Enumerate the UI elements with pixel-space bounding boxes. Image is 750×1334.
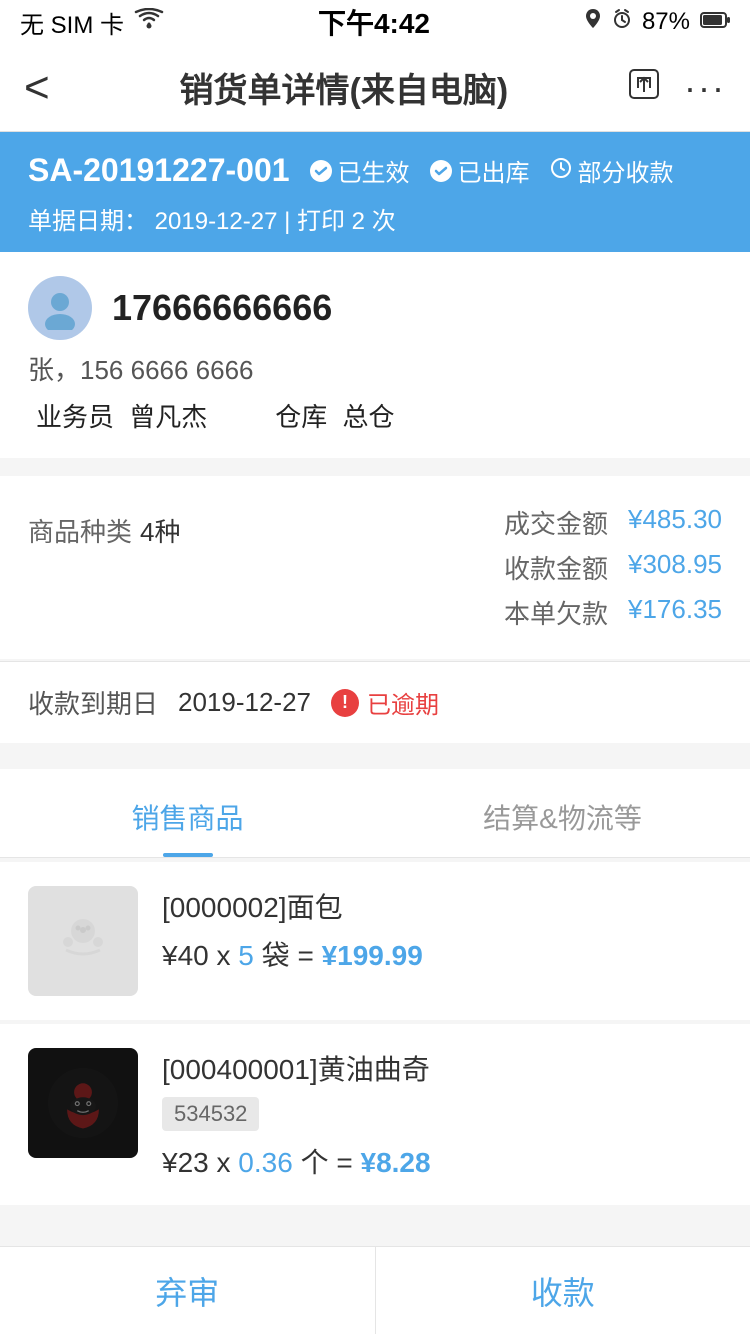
status-effective: 已生效 [310, 153, 410, 188]
warehouse-value: 总仓 [343, 402, 395, 432]
clock-icon [550, 157, 572, 185]
check-icon-2 [430, 160, 452, 182]
section-gap-1 [0, 460, 750, 476]
tab-sales[interactable]: 销售商品 [0, 769, 375, 857]
overdue-icon: ! [331, 689, 359, 717]
product-list: [0000002]面包 ¥40 x 5 袋 = ¥199.99 [0, 862, 750, 1307]
status-shipped: 已出库 [430, 153, 530, 188]
confirm-button[interactable]: 收款 [376, 1247, 750, 1334]
tab-settle[interactable]: 结算&物流等 [375, 769, 750, 857]
tab-settle-label: 结算&物流等 [483, 803, 642, 834]
amount-row-1: 成交金额 ¥485.30 [504, 504, 722, 541]
list-item: [000400001]黄油曲奇 534532 ¥23 x 0.36 个 = ¥8… [0, 1024, 750, 1205]
debt-label: 本单欠款 [504, 594, 608, 631]
summary-left: 商品种类 4种 [28, 504, 180, 549]
print-info: | 打印 2 次 [284, 208, 396, 235]
product-code-name-1: [0000002]面包 [162, 886, 722, 926]
page-title: 销货单详情(来自电脑) [60, 63, 628, 112]
due-section: 收款到期日 2019-12-27 ! 已逾期 [0, 662, 750, 743]
carrier-label: 无 SIM 卡 [20, 5, 124, 40]
received-value: ¥308.95 [628, 549, 722, 586]
sales-label: 业务员 [36, 402, 114, 432]
status-time: 下午4:42 [318, 2, 430, 42]
product-total-1: ¥199.99 [322, 940, 423, 971]
product-price-2: ¥23 x 0.36 个 = ¥8.28 [162, 1141, 722, 1181]
product-qty-2: 0.36 [238, 1147, 293, 1178]
warehouse-label: 仓库 [275, 402, 327, 432]
overdue-text: 已逾期 [367, 685, 439, 720]
section-gap-2 [0, 745, 750, 761]
due-label: 收款到期日 [28, 684, 158, 721]
type-label: 商品种类 [28, 512, 132, 549]
customer-phone[interactable]: 17666666666 [112, 287, 332, 329]
tab-sales-label: 销售商品 [131, 803, 243, 834]
status-left: 无 SIM 卡 [20, 5, 164, 40]
sales-person-item: 业务员 曾凡杰 [28, 397, 207, 434]
product-info-1: [0000002]面包 ¥40 x 5 袋 = ¥199.99 [162, 886, 722, 974]
customer-meta: 业务员 曾凡杰 仓库 总仓 [28, 397, 722, 434]
cancel-button[interactable]: 弃审 [0, 1247, 376, 1334]
debt-value: ¥176.35 [628, 594, 722, 631]
product-price-1: ¥40 x 5 袋 = ¥199.99 [162, 934, 722, 974]
product-qty-1: 5 [238, 940, 254, 971]
alarm-icon [612, 8, 632, 37]
order-date: 2019-12-27 [155, 208, 278, 235]
status-right: 87% [584, 8, 730, 37]
location-icon [584, 8, 602, 37]
share-icon[interactable] [628, 68, 660, 108]
order-header: SA-20191227-001 已生效 已出库 部分收款 单据日期： 2019-… [0, 132, 750, 252]
customer-avatar [28, 276, 92, 340]
customer-section: 17666666666 张，156 6666 6666 业务员 曾凡杰 仓库 总… [0, 252, 750, 458]
sales-value: 曾凡杰 [129, 402, 207, 432]
summary-right: 成交金额 ¥485.30 收款金额 ¥308.95 本单欠款 ¥176.35 [504, 504, 722, 631]
amount-value: ¥485.30 [628, 504, 722, 541]
amount-row-2: 收款金额 ¥308.95 [504, 549, 722, 586]
order-date-row: 单据日期： 2019-12-27 | 打印 2 次 [28, 201, 722, 236]
product-thumb-1 [28, 886, 138, 996]
type-value: 4种 [140, 512, 180, 549]
warehouse-item: 仓库 总仓 [267, 397, 394, 434]
due-date: 2019-12-27 [178, 687, 311, 718]
amount-row-3: 本单欠款 ¥176.35 [504, 594, 722, 631]
customer-name-phone: 张，156 6666 6666 [28, 350, 722, 387]
product-thumb-2 [28, 1048, 138, 1158]
product-total-2: ¥8.28 [361, 1147, 431, 1178]
bottom-actions: 弃审 收款 [0, 1246, 750, 1334]
wifi-icon [134, 8, 164, 36]
list-item: [0000002]面包 ¥40 x 5 袋 = ¥199.99 [0, 862, 750, 1020]
summary-section: 商品种类 4种 成交金额 ¥485.30 收款金额 ¥308.95 本单欠款 ¥… [0, 476, 750, 659]
product-code-name-2: [000400001]黄油曲奇 [162, 1048, 722, 1088]
more-icon[interactable]: ··· [684, 67, 726, 109]
order-id: SA-20191227-001 [28, 152, 290, 189]
amount-label: 成交金额 [504, 504, 608, 541]
check-icon-1 [310, 160, 332, 182]
battery-icon [700, 8, 730, 36]
back-button[interactable]: < [24, 63, 50, 113]
product-batch-2: 534532 [162, 1097, 259, 1131]
nav-actions: ··· [628, 67, 726, 109]
received-label: 收款金额 [504, 549, 608, 586]
date-label: 单据日期： [28, 208, 148, 235]
battery-label: 87% [642, 8, 690, 36]
overdue-badge: ! 已逾期 [331, 685, 439, 720]
nav-bar: < 销货单详情(来自电脑) ··· [0, 44, 750, 132]
status-bar: 无 SIM 卡 下午4:42 87% [0, 0, 750, 44]
tabs-section: 销售商品 结算&物流等 [0, 769, 750, 858]
product-info-2: [000400001]黄油曲奇 534532 ¥23 x 0.36 个 = ¥8… [162, 1048, 722, 1181]
status-partial: 部分收款 [550, 153, 674, 188]
